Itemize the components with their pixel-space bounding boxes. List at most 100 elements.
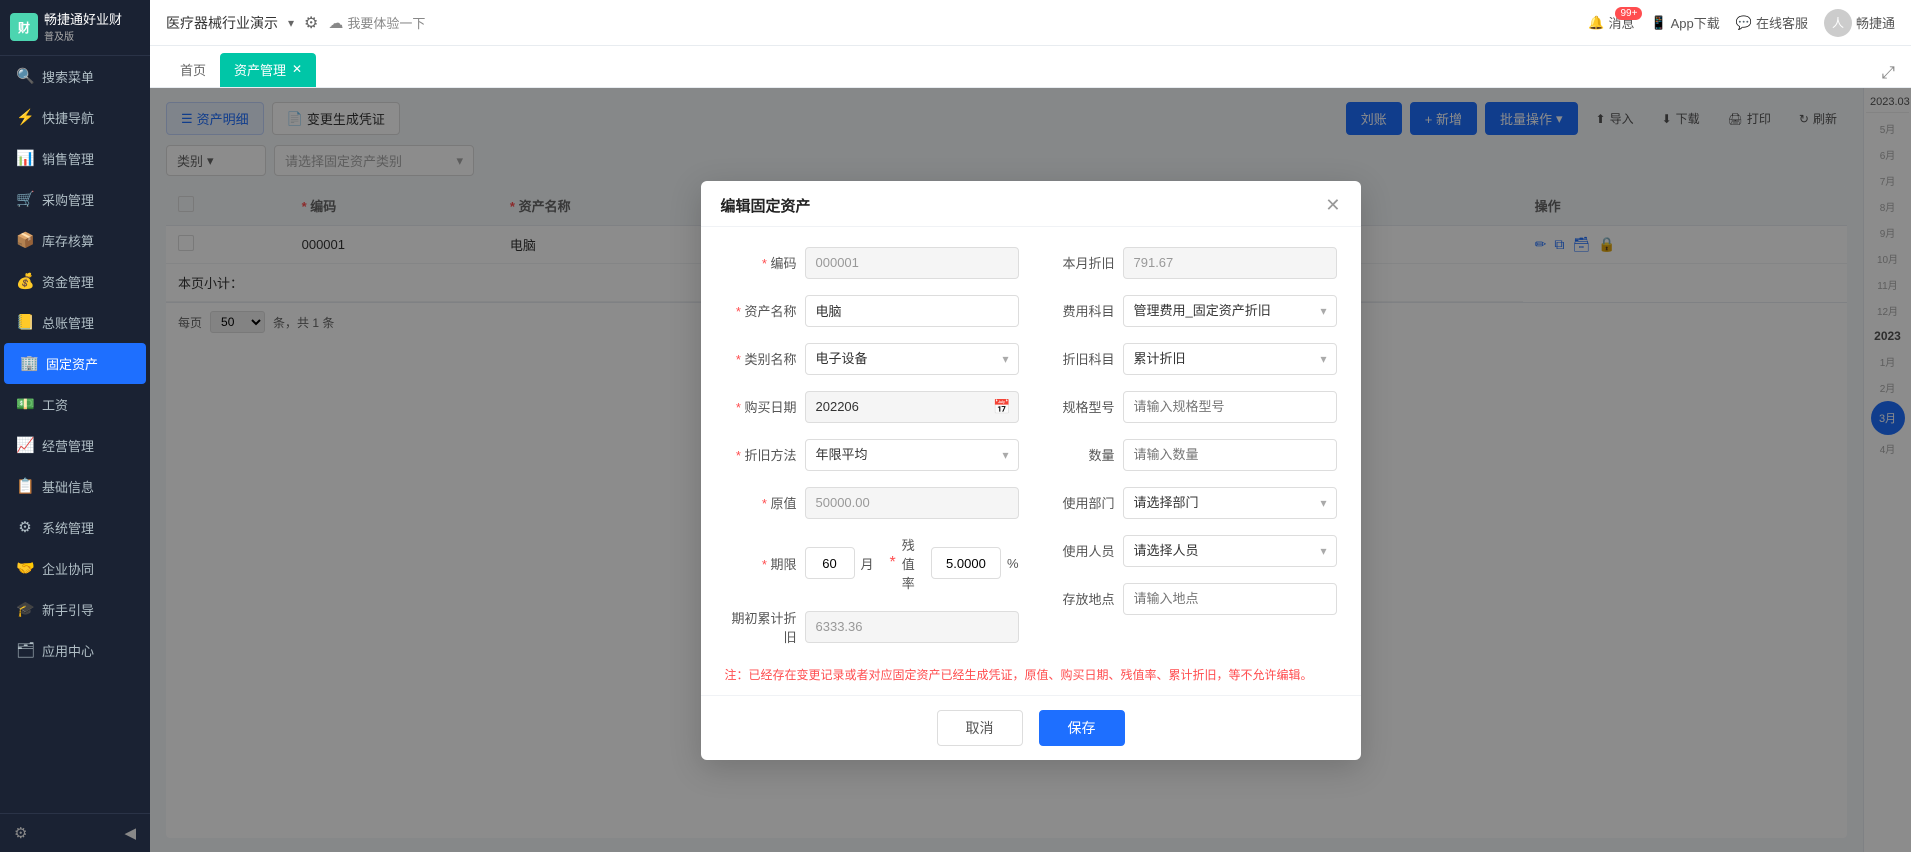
modal-note: 注：已经存在变更记录或者对应固定资产已经生成凭证，原值、购买日期、残值率、累计折… — [701, 666, 1361, 695]
tab-expand-icon[interactable]: ⤢ — [1881, 63, 1895, 83]
dep-subject-label: 折旧科目 — [1043, 349, 1123, 368]
collapse-icon[interactable]: ◀ — [124, 824, 136, 842]
username-label: 畅捷通 — [1856, 13, 1895, 32]
save-button[interactable]: 保存 — [1039, 710, 1125, 746]
collab-icon: 🤝 — [16, 559, 34, 577]
user-select[interactable]: 请选择人员 — [1123, 535, 1337, 567]
expense-subject-label: 费用科目 — [1043, 301, 1123, 320]
form-row-user: 使用人员 请选择人员 — [1043, 535, 1337, 567]
quantity-input[interactable] — [1123, 439, 1337, 471]
sidebar-item-label: 应用中心 — [42, 641, 94, 660]
calendar-icon[interactable]: 📅 — [993, 398, 1010, 415]
online-service-btn[interactable]: 💬 在线客服 — [1736, 13, 1808, 32]
category-select-input[interactable]: 电子设备 — [805, 343, 1019, 375]
modal-close-btn[interactable]: ✕ — [1325, 195, 1340, 216]
purchase-date-input[interactable] — [805, 391, 1019, 423]
user-select-input[interactable]: 请选择人员 — [1123, 535, 1337, 567]
expense-subject-select[interactable]: 管理费用_固定资产折旧 — [1123, 295, 1337, 327]
quick-nav-icon: ⚡ — [16, 108, 34, 126]
notifications-btn[interactable]: 🔔 消息 99+ — [1588, 13, 1634, 32]
basics-icon: 📋 — [16, 477, 34, 495]
sidebar-item-label: 企业协同 — [42, 559, 94, 578]
sidebar-item-quicknav[interactable]: ⚡ 快捷导航 — [0, 97, 150, 138]
name-input[interactable] — [805, 295, 1019, 327]
period-label: 期限 — [725, 554, 805, 573]
residual-rate-label: 残值率 — [902, 535, 925, 592]
form-row-dep-subject: 折旧科目 累计折旧 — [1043, 343, 1337, 375]
sidebar-item-management[interactable]: 📈 经营管理 — [0, 425, 150, 466]
location-input[interactable] — [1123, 583, 1337, 615]
app-download-btn[interactable]: 📱 App下载 — [1650, 13, 1719, 32]
download-icon: 📱 — [1650, 15, 1666, 31]
location-label: 存放地点 — [1043, 589, 1123, 608]
period-inline: 月 * 残值率 % — [805, 535, 1019, 592]
company-dropdown-icon[interactable]: ▾ — [288, 16, 294, 30]
topbar-right: 🔔 消息 99+ 📱 App下载 💬 在线客服 人 畅捷通 — [1588, 9, 1895, 37]
dep-method-select[interactable]: 年限平均 — [805, 439, 1019, 471]
form-row-quantity: 数量 — [1043, 439, 1337, 471]
monthly-dep-input — [1123, 247, 1337, 279]
sidebar-item-ledger[interactable]: 📒 总账管理 — [0, 302, 150, 343]
dep-method-label: 折旧方法 — [725, 445, 805, 464]
logo-icon: 财 — [10, 13, 38, 41]
sidebar-item-label: 固定资产 — [46, 354, 98, 373]
sidebar-item-inventory[interactable]: 📦 库存核算 — [0, 220, 150, 261]
sidebar-item-sales[interactable]: 📊 销售管理 — [0, 138, 150, 179]
period-input[interactable] — [805, 547, 855, 579]
code-input[interactable] — [805, 247, 1019, 279]
category-label: 类别名称 — [725, 349, 805, 368]
topbar: 医疗器械行业演示 ▾ ⚙ ☁ 我要体验一下 🔔 消息 99+ 📱 App下载 💬… — [150, 0, 1911, 46]
company-title: 医疗器械行业演示 — [166, 13, 278, 33]
residual-rate-input[interactable] — [931, 547, 1001, 579]
tab-home[interactable]: 首页 — [166, 53, 220, 87]
finance-icon: 💰 — [16, 272, 34, 290]
cancel-button[interactable]: 取消 — [937, 710, 1023, 746]
tab-asset-management[interactable]: 资产管理 ✕ — [220, 53, 316, 87]
sidebar-item-label: 资金管理 — [42, 272, 94, 291]
dep-method-select-input[interactable]: 年限平均 — [805, 439, 1019, 471]
feedback-area[interactable]: ☁ 我要体验一下 — [328, 13, 425, 32]
period-unit: 月 — [861, 554, 874, 573]
search-icon: 🔍 — [16, 67, 34, 85]
sidebar-item-finance[interactable]: 💰 资金管理 — [0, 261, 150, 302]
expense-subject-select-input[interactable]: 管理费用_固定资产折旧 — [1123, 295, 1337, 327]
sidebar-item-purchase[interactable]: 🛒 采购管理 — [0, 179, 150, 220]
initial-acc-dep-input[interactable] — [805, 611, 1019, 643]
dep-subject-select-input[interactable]: 累计折旧 — [1123, 343, 1337, 375]
modal-header: 编辑固定资产 ✕ — [701, 181, 1361, 227]
sidebar-item-label: 经营管理 — [42, 436, 94, 455]
sidebar-item-guide[interactable]: 🎓 新手引导 — [0, 589, 150, 630]
sidebar-item-fixed-assets[interactable]: 🏢 固定资产 — [4, 343, 146, 384]
original-value-input[interactable] — [805, 487, 1019, 519]
tab-actions: ⤢ — [1881, 63, 1895, 87]
category-select[interactable]: 电子设备 — [805, 343, 1019, 375]
sidebar-item-collab[interactable]: 🤝 企业协同 — [0, 548, 150, 589]
modal-body: 编码 资产名称 类别名称 电子设备 — [701, 227, 1361, 666]
user-area[interactable]: 人 畅捷通 — [1824, 9, 1895, 37]
management-icon: 📈 — [16, 436, 34, 454]
logo-title: 畅捷通好业财 — [44, 12, 122, 28]
residual-rate-required-star: * — [890, 554, 896, 572]
dept-select[interactable]: 请选择部门 — [1123, 487, 1337, 519]
settings-gear-icon[interactable]: ⚙ — [304, 13, 318, 33]
sidebar-item-apps[interactable]: 🗂 应用中心 — [0, 630, 150, 671]
dep-subject-select[interactable]: 累计折旧 — [1123, 343, 1337, 375]
modal-right-col: 本月折旧 费用科目 管理费用_固定资产折旧 折 — [1043, 247, 1337, 646]
sidebar-item-label: 工资 — [42, 395, 68, 414]
settings-icon[interactable]: ⚙ — [14, 824, 27, 842]
sidebar-item-payroll[interactable]: 💵 工资 — [0, 384, 150, 425]
sidebar-item-label: 新手引导 — [42, 600, 94, 619]
cloud-icon: ☁ — [328, 14, 343, 32]
purchase-icon: 🛒 — [16, 190, 34, 208]
sidebar-item-basics[interactable]: 📋 基础信息 — [0, 466, 150, 507]
initial-acc-dep-label: 期初累计折旧 — [725, 608, 805, 646]
sidebar-item-search[interactable]: 🔍 搜索菜单 — [0, 56, 150, 97]
form-row-initial-acc-dep: 期初累计折旧 — [725, 608, 1019, 646]
spec-input[interactable] — [1123, 391, 1337, 423]
dept-select-input[interactable]: 请选择部门 — [1123, 487, 1337, 519]
main-area: 医疗器械行业演示 ▾ ⚙ ☁ 我要体验一下 🔔 消息 99+ 📱 App下载 💬… — [150, 0, 1911, 852]
sidebar-item-system[interactable]: ⚙ 系统管理 — [0, 507, 150, 548]
tab-close-icon[interactable]: ✕ — [292, 62, 302, 76]
sidebar-item-label: 基础信息 — [42, 477, 94, 496]
purchase-date-label: 购买日期 — [725, 397, 805, 416]
